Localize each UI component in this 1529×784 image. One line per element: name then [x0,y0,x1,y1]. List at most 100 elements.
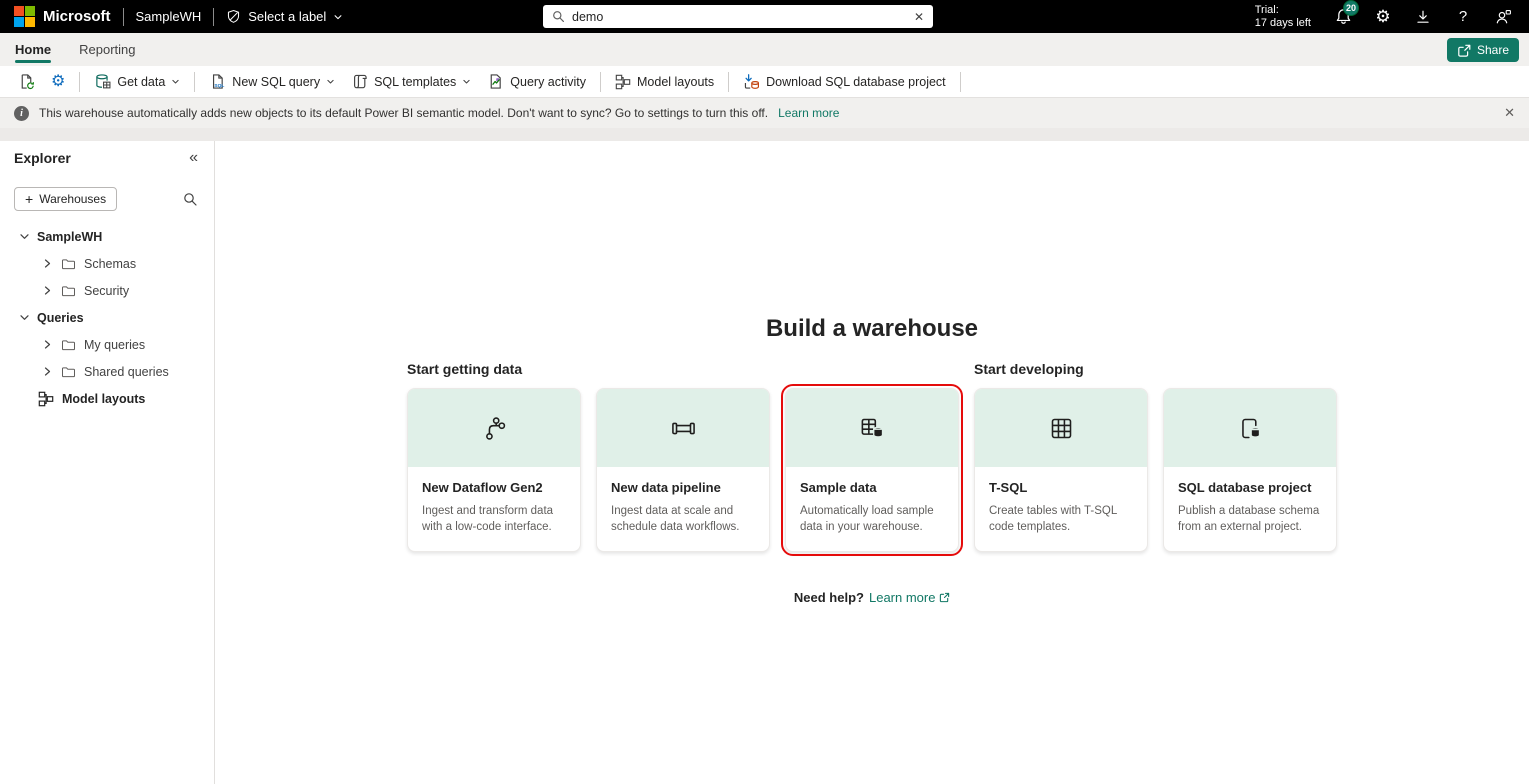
svg-text:SQL: SQL [215,83,225,89]
sql-templates-label: SQL templates [374,74,457,89]
new-sql-query-label: New SQL query [232,74,321,89]
shield-icon [226,9,241,24]
sensitivity-label-selector[interactable]: Select a label [226,9,343,24]
tree-item-label: SampleWH [37,229,103,244]
trial-status: Trial: 17 days left [1255,4,1311,30]
card-new-data-pipeline[interactable]: New data pipeline Ingest data at scale a… [596,388,770,553]
tree-item-security[interactable]: Security [0,277,214,304]
card-body: New Dataflow Gen2 Ingest and transform d… [408,467,580,551]
tree-item-label: Queries [37,310,84,325]
divider [213,7,215,26]
banner-learn-more-link[interactable]: Learn more [778,106,839,120]
get-data-button[interactable]: Get data [86,69,188,95]
add-warehouses-button[interactable]: + Warehouses [14,187,118,211]
tab-home[interactable]: Home [15,33,52,66]
tree-item-model-layouts[interactable]: Model layouts [0,385,214,412]
banner-close-icon[interactable]: ✕ [1504,105,1515,121]
new-sql-query-button[interactable]: SQL New SQL query [201,69,343,95]
tab-reporting-label: Reporting [79,42,136,57]
help-button[interactable]: ? [1443,0,1483,33]
chevron-down-icon[interactable] [20,313,29,322]
card-sql-database-project[interactable]: SQL database project Publish a database … [1163,388,1337,553]
banner-text: This warehouse automatically adds new ob… [39,106,769,120]
database-grid-icon [94,73,111,90]
chevron-down-icon [462,77,471,86]
card-body: Sample data Automatically load sample da… [786,467,958,551]
model-layouts-icon [615,74,631,90]
external-link-icon[interactable] [939,592,950,603]
card-sample-data[interactable]: Sample data Automatically load sample da… [781,383,963,557]
explorer-title: Explorer [14,150,71,166]
share-button[interactable]: Share [1446,38,1519,62]
card-title: Sample data [800,480,877,495]
sync-info-banner: i This warehouse automatically adds new … [0,98,1529,128]
notification-count-badge: 20 [1343,0,1359,16]
trial-line2: 17 days left [1254,16,1311,29]
card-description: Create tables with T-SQL code templates. [989,505,1117,534]
card-title: New data pipeline [611,480,721,495]
folder-icon [61,258,76,270]
main-canvas: Build a warehouse Start getting data Sta… [215,141,1529,784]
pipeline-icon [670,415,697,442]
card-header [1164,389,1336,467]
database-project-icon [1237,415,1264,442]
top-app-bar: Microsoft SampleWH Select a label ✕ [0,0,1529,33]
topbar-right: Trial: 17 days left 20 ⚙ ? [1255,0,1529,33]
chevron-right-icon[interactable] [44,286,53,295]
divider [194,71,196,92]
download-sql-project-label: Download SQL database project [766,74,946,89]
tree-item-my-queries[interactable]: My queries [0,331,214,358]
folder-icon [61,366,76,378]
download-database-icon [743,73,760,90]
tree-item-label: Security [84,283,130,298]
app-window: Microsoft SampleWH Select a label ✕ [0,0,1529,784]
chevron-right-icon[interactable] [44,340,53,349]
explorer-actions: + Warehouses [0,187,214,211]
explorer-search-icon[interactable] [183,192,198,207]
tab-reporting[interactable]: Reporting [79,33,135,66]
build-warehouse-panel: Build a warehouse Start getting data Sta… [407,141,1337,605]
search-input[interactable] [572,9,907,24]
explorer-header: Explorer « [0,149,214,167]
chevron-down-icon[interactable] [20,232,29,241]
query-activity-button[interactable]: Query activity [479,69,594,95]
downloads-button[interactable] [1403,0,1443,33]
sql-templates-button[interactable]: SQL templates [343,69,479,95]
sql-document-icon: SQL [209,73,226,90]
document-refresh-icon [18,73,35,90]
card-t-sql[interactable]: T-SQL Create tables with T-SQL code temp… [974,388,1148,553]
help-learn-more-link[interactable]: Learn more [869,590,935,605]
download-sql-project-button[interactable]: Download SQL database project [735,69,954,95]
model-layouts-button[interactable]: Model layouts [607,69,722,95]
account-button[interactable] [1483,0,1523,33]
card-body: SQL database project Publish a database … [1164,467,1336,551]
tree-item-shared-queries[interactable]: Shared queries [0,358,214,385]
settings-button[interactable]: ⚙ [1363,0,1403,33]
tree-item-label: Schemas [84,256,137,271]
account-person-icon [1495,9,1512,25]
microsoft-logo-icon[interactable] [14,6,35,27]
card-new-dataflow-gen2[interactable]: New Dataflow Gen2 Ingest and transform d… [407,388,581,553]
page-title: Build a warehouse [765,315,979,342]
global-search[interactable]: ✕ [543,5,933,28]
section-start-getting-data: Start getting data [407,361,523,377]
dataflow-icon [481,415,508,442]
tree-item-schemas[interactable]: Schemas [0,250,214,277]
share-button-label: Share [1476,43,1509,57]
item-name[interactable]: SampleWH [136,9,202,24]
chevron-right-icon[interactable] [44,367,53,376]
trial-line1: Trial: [1254,3,1279,16]
refresh-button[interactable] [10,69,43,95]
chevron-right-icon[interactable] [44,259,53,268]
collapse-sidebar-icon[interactable]: « [189,150,198,166]
chevron-down-icon [333,12,343,22]
card-header [786,389,958,467]
warehouse-settings-button[interactable]: ⚙ [43,69,73,95]
brand-name[interactable]: Microsoft [43,8,111,25]
card-title: New Dataflow Gen2 [422,480,543,495]
tree-item-samplewh[interactable]: SampleWH [0,223,214,250]
tree-item-queries[interactable]: Queries [0,304,214,331]
chevron-down-icon [326,77,335,86]
notifications-button[interactable]: 20 [1323,0,1363,33]
search-clear-icon[interactable]: ✕ [914,10,924,24]
